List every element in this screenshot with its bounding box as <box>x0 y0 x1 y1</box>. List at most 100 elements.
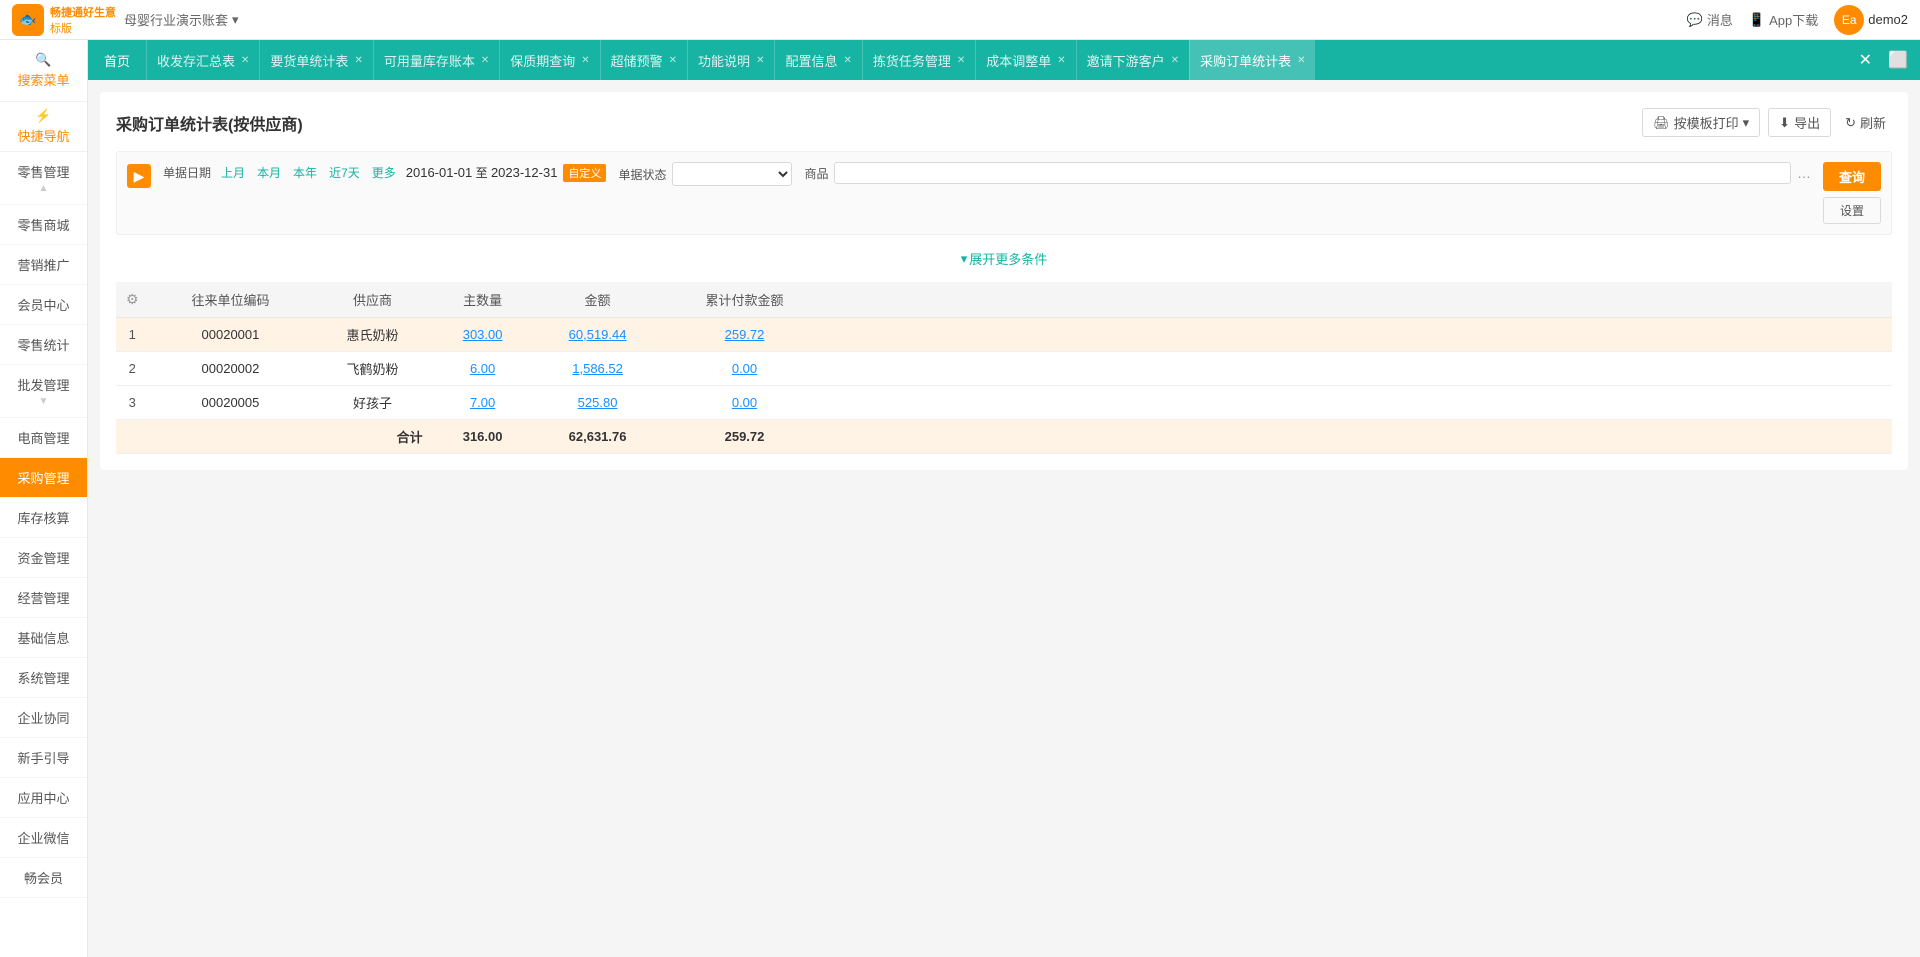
sidebar-item-enterprise-collab[interactable]: 企业协同 <box>0 698 87 738</box>
date-filter-group: 单据日期 上月 本月 本年 近7天 更多 2016-01-01 至 2023-1… <box>163 162 606 183</box>
nav-icon: ⚡ <box>35 108 51 124</box>
product-filter-more-icon[interactable]: … <box>1797 165 1811 181</box>
search-button[interactable]: 查询 <box>1823 162 1881 191</box>
tab-expiry-query-close-icon[interactable]: ✕ <box>581 55 589 66</box>
row2-qty[interactable]: 6.00 <box>433 352 533 386</box>
expand-icon: ▼ <box>39 396 49 407</box>
tab-func-desc[interactable]: 功能说明 ✕ <box>687 40 774 80</box>
tab-overstock-warning-close-icon[interactable]: ✕ <box>669 55 677 66</box>
product-filter-group: 商品 … <box>804 162 1811 184</box>
date-shortcut-prev-month[interactable]: 上月 <box>217 162 249 183</box>
wholesale-mgmt-label: 批发管理 <box>17 375 69 394</box>
date-shortcut-7days[interactable]: 近7天 <box>325 162 364 183</box>
quick-nav-button[interactable]: ⚡ 快捷导航 <box>0 102 87 152</box>
filter-toggle-button[interactable]: ▶ <box>127 164 151 188</box>
tab-purchase-order-stats[interactable]: 采购订单统计表 ✕ <box>1189 40 1315 80</box>
date-shortcut-cur-year[interactable]: 本年 <box>289 162 321 183</box>
row3-amount[interactable]: 525.80 <box>533 386 663 420</box>
tab-pick-task[interactable]: 拣货任务管理 ✕ <box>862 40 975 80</box>
table-footer-row: 合计 316.00 62,631.76 259.72 <box>116 420 1892 454</box>
tab-inventory-ledger[interactable]: 可用量库存账本 ✕ <box>373 40 499 80</box>
sidebar-search-section: 🔍 搜索菜单 <box>0 40 87 102</box>
expand-icon: ▾ <box>961 251 968 267</box>
tab-cost-adj-close-icon[interactable]: ✕ <box>1057 55 1065 66</box>
tab-order-stats-close-icon[interactable]: ✕ <box>354 55 362 66</box>
tab-home[interactable]: 首页 <box>88 40 146 80</box>
tab-purchase-order-stats-close-icon[interactable]: ✕ <box>1297 55 1305 66</box>
date-shortcut-cur-month[interactable]: 本月 <box>253 162 285 183</box>
sidebar-item-retail-stats[interactable]: 零售统计 <box>0 325 87 365</box>
operations-label: 经营管理 <box>17 588 69 607</box>
row3-qty[interactable]: 7.00 <box>433 386 533 420</box>
tab-config-info[interactable]: 配置信息 ✕ <box>774 40 861 80</box>
sidebar-item-enterprise-wechat[interactable]: 企业微信 <box>0 818 87 858</box>
date-shortcut-more[interactable]: 更多 <box>368 162 400 183</box>
sidebar-item-members[interactable]: 会员中心 <box>0 285 87 325</box>
sidebar-item-app-center[interactable]: 应用中心 <box>0 778 87 818</box>
refresh-button[interactable]: ↻ 刷新 <box>1839 109 1892 136</box>
tab-invite-downstream[interactable]: 邀请下游客户 ✕ <box>1076 40 1189 80</box>
footer-paid: 259.72 <box>663 420 827 454</box>
sidebar-item-sys-mgmt[interactable]: 系统管理 <box>0 658 87 698</box>
row3-code: 00020005 <box>149 386 313 420</box>
expand-label: 展开更多条件 <box>969 249 1047 268</box>
sidebar-item-retail-store[interactable]: 零售商城 <box>0 205 87 245</box>
sidebar-item-inventory[interactable]: 库存核算 <box>0 498 87 538</box>
message-icon: 💬 <box>1687 12 1703 28</box>
user-profile[interactable]: Ea demo2 <box>1834 5 1908 35</box>
row1-paid[interactable]: 259.72 <box>663 318 827 352</box>
logo-text: 畅捷通好生意 标版 <box>50 4 116 36</box>
export-button[interactable]: ⬇ 导出 <box>1768 108 1831 137</box>
row3-paid[interactable]: 0.00 <box>663 386 827 420</box>
row2-amount[interactable]: 1,586.52 <box>533 352 663 386</box>
status-filter-select[interactable] <box>672 162 792 186</box>
retail-stats-label: 零售统计 <box>17 335 69 354</box>
tab-recv-send[interactable]: 收发存汇总表 ✕ <box>146 40 259 80</box>
tab-cost-adj[interactable]: 成本调整单 ✕ <box>975 40 1075 80</box>
tab-overstock-warning[interactable]: 超储预警 ✕ <box>600 40 687 80</box>
row1-amount[interactable]: 60,519.44 <box>533 318 663 352</box>
inventory-label: 库存核算 <box>17 508 69 527</box>
sidebar-item-marketing[interactable]: 营销推广 <box>0 245 87 285</box>
tab-maximize-button[interactable]: ⬜ <box>1884 46 1912 74</box>
search-menu-button[interactable]: 🔍 搜索菜单 <box>6 48 81 93</box>
sidebar-item-wholesale-mgmt[interactable]: 批发管理 ▼ <box>0 365 87 418</box>
row2-paid[interactable]: 0.00 <box>663 352 827 386</box>
tab-expiry-query[interactable]: 保质期查询 ✕ <box>499 40 599 80</box>
tab-close-window-button[interactable]: ✕ <box>1855 46 1876 74</box>
sidebar-item-new-guide[interactable]: 新手引导 <box>0 738 87 778</box>
expand-more-conditions-button[interactable]: ▾ 展开更多条件 <box>961 249 1048 268</box>
tab-order-stats[interactable]: 要货单统计表 ✕ <box>259 40 372 80</box>
app-center-label: 应用中心 <box>17 788 69 807</box>
sidebar-item-basic-info[interactable]: 基础信息 <box>0 618 87 658</box>
tab-recv-send-close-icon[interactable]: ✕ <box>241 55 249 66</box>
top-bar-left: 🐟 畅捷通好生意 标版 母婴行业演示账套 ▾ <box>12 4 239 36</box>
table-settings-icon[interactable]: ⚙ <box>126 291 139 307</box>
date-shortcuts: 上月 本月 本年 近7天 更多 <box>217 162 400 183</box>
tab-inventory-ledger-close-icon[interactable]: ✕ <box>481 55 489 66</box>
workspace-selector[interactable]: 母婴行业演示账套 ▾ <box>124 10 239 29</box>
row1-qty[interactable]: 303.00 <box>433 318 533 352</box>
app-download-button[interactable]: 📱 App下载 <box>1749 10 1818 29</box>
date-filter-label: 单据日期 <box>163 164 211 181</box>
tab-config-info-close-icon[interactable]: ✕ <box>843 55 851 66</box>
footer-amount: 62,631.76 <box>533 420 663 454</box>
message-button[interactable]: 💬 消息 <box>1687 10 1733 29</box>
members-label: 会员中心 <box>17 295 69 314</box>
col-header-settings: ⚙ <box>116 282 149 318</box>
sidebar-item-capital[interactable]: 资金管理 <box>0 538 87 578</box>
tab-func-desc-close-icon[interactable]: ✕ <box>756 55 764 66</box>
content-area: 首页 收发存汇总表 ✕ 要货单统计表 ✕ 可用量库存账本 ✕ 保质期查询 ✕ 超… <box>88 40 1920 957</box>
sidebar-item-operations[interactable]: 经营管理 <box>0 578 87 618</box>
settings-button[interactable]: 设置 <box>1823 197 1881 224</box>
filter-actions: 查询 设置 <box>1823 162 1881 224</box>
sidebar-item-ecommerce[interactable]: 电商管理 <box>0 418 87 458</box>
sidebar-item-member-plus[interactable]: 畅会员 <box>0 858 87 898</box>
product-filter-input[interactable] <box>834 162 1791 184</box>
sidebar-item-purchase-mgmt[interactable]: 采购管理 <box>0 458 87 498</box>
template-print-button[interactable]: 🖨 按模板打印 ▾ <box>1642 108 1760 137</box>
tab-invite-downstream-close-icon[interactable]: ✕ <box>1171 55 1179 66</box>
sidebar: 🔍 搜索菜单 ⚡ 快捷导航 零售管理 ▲ 零售商城 营销推广 会员中心 零售统计… <box>0 40 88 957</box>
tab-pick-task-close-icon[interactable]: ✕ <box>957 55 965 66</box>
sidebar-item-retail-mgmt[interactable]: 零售管理 ▲ <box>0 152 87 205</box>
